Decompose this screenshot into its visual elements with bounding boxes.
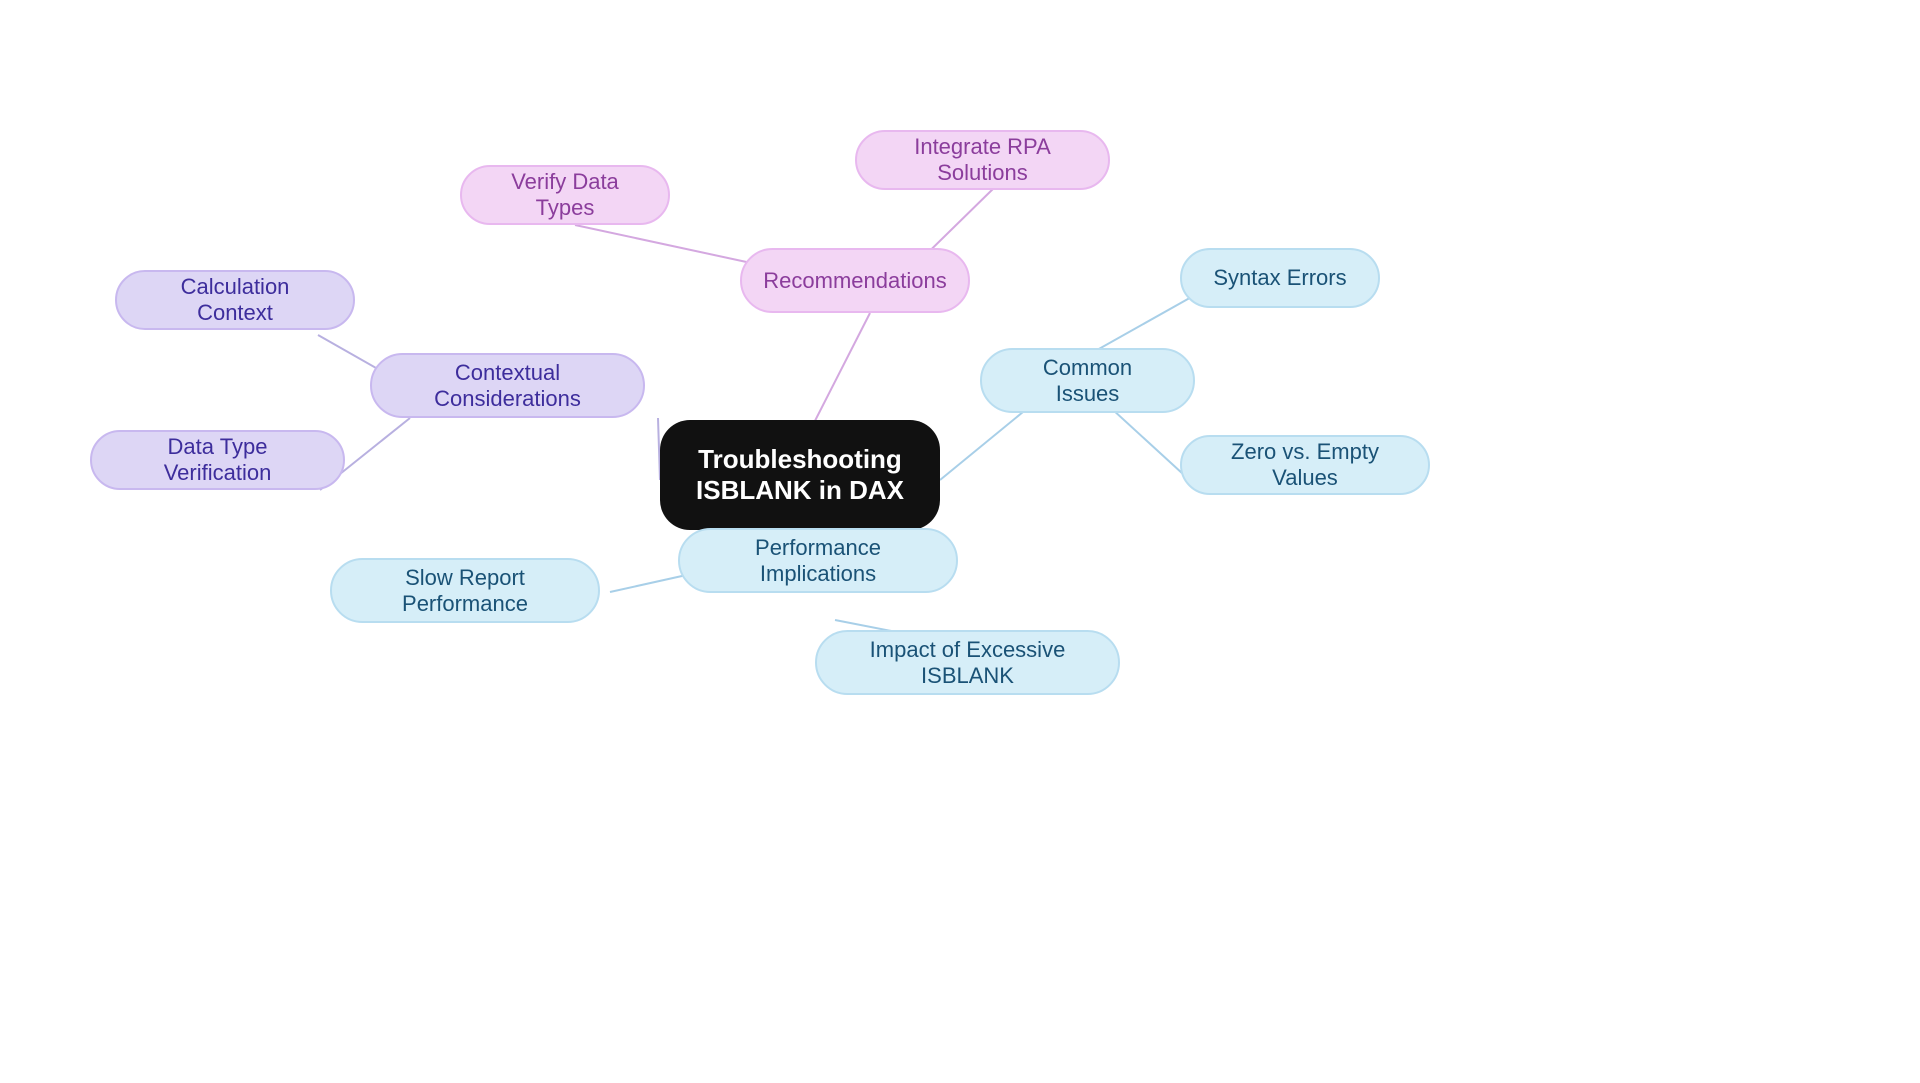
recommendations-node[interactable]: Recommendations: [740, 248, 970, 313]
calculation-context-node[interactable]: Calculation Context: [115, 270, 355, 330]
common-issues-node[interactable]: Common Issues: [980, 348, 1195, 413]
contextual-considerations-node[interactable]: Contextual Considerations: [370, 353, 645, 418]
impact-excessive-isblank-node[interactable]: Impact of Excessive ISBLANK: [815, 630, 1120, 695]
zero-vs-empty-node[interactable]: Zero vs. Empty Values: [1180, 435, 1430, 495]
verify-data-types-node[interactable]: Verify Data Types: [460, 165, 670, 225]
syntax-errors-node[interactable]: Syntax Errors: [1180, 248, 1380, 308]
integrate-rpa-node[interactable]: Integrate RPA Solutions: [855, 130, 1110, 190]
performance-implications-node[interactable]: Performance Implications: [678, 528, 958, 593]
slow-report-performance-node[interactable]: Slow Report Performance: [330, 558, 600, 623]
center-node[interactable]: Troubleshooting ISBLANK in DAX: [660, 420, 940, 530]
data-type-verification-node[interactable]: Data Type Verification: [90, 430, 345, 490]
